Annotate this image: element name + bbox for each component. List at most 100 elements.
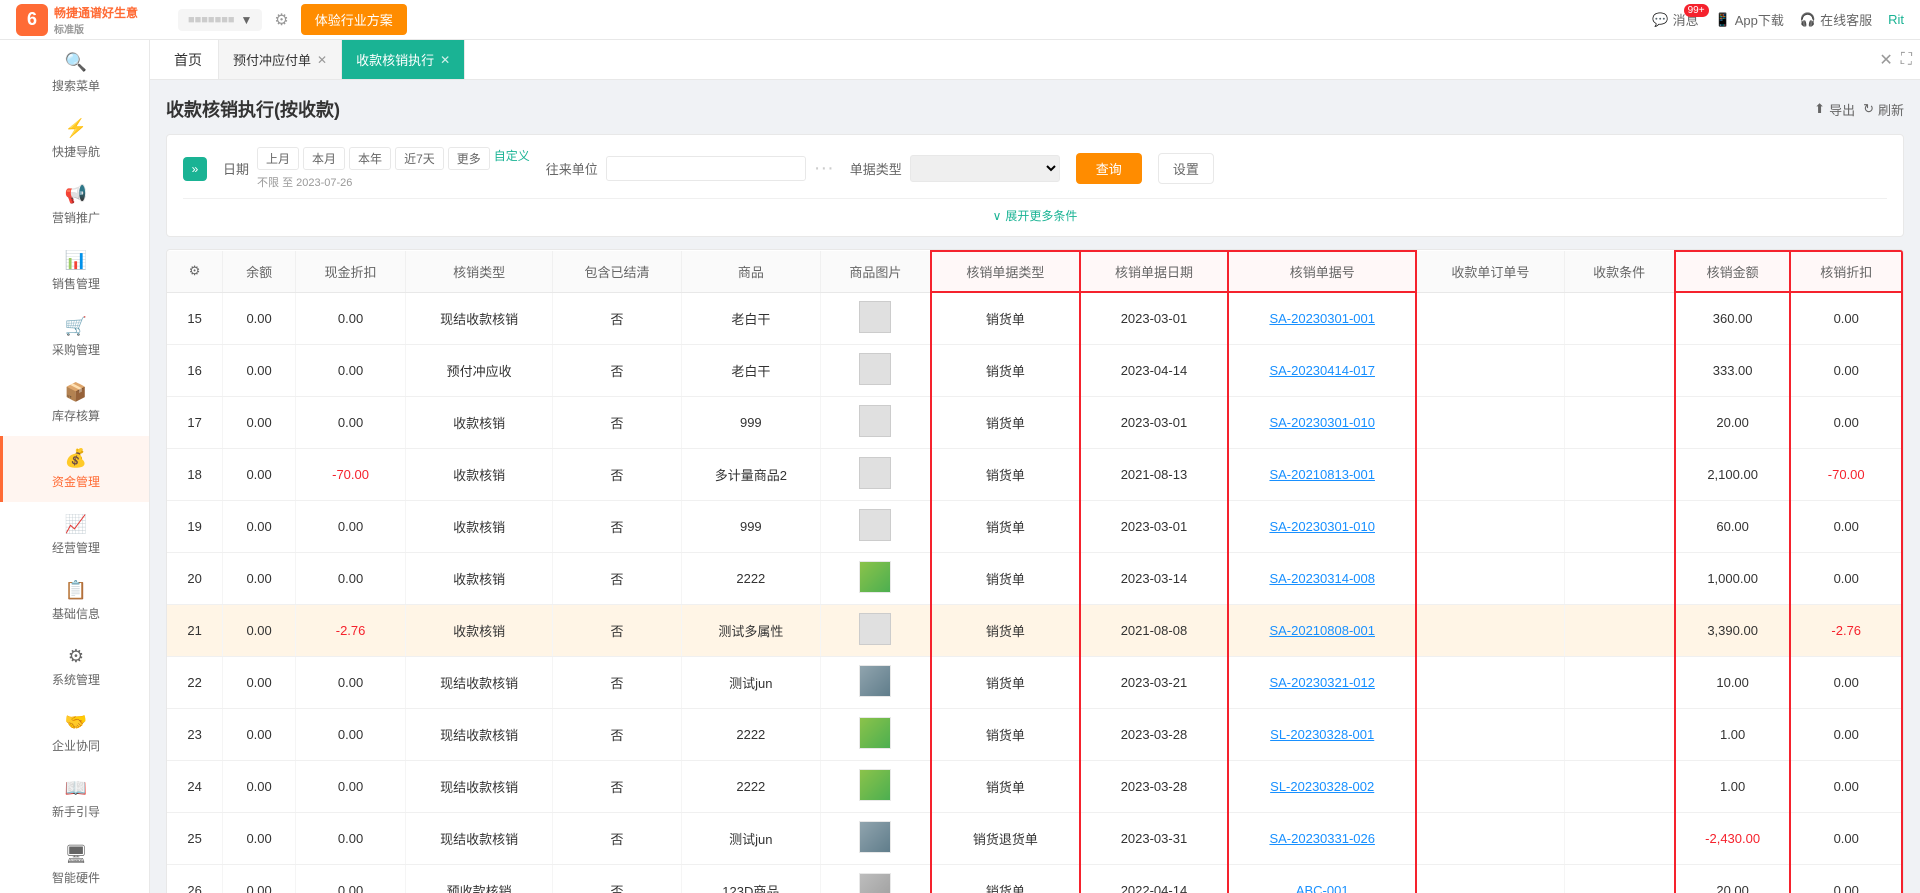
cell-verify-bill-no[interactable]: ABC-001: [1228, 864, 1416, 893]
user-name[interactable]: Rit: [1888, 12, 1904, 27]
cell-cash-discount: 0.00: [296, 864, 406, 893]
sidebar-item-inventory[interactable]: 📦 库存核算: [0, 370, 149, 436]
col-receipt-condition: 收款条件: [1564, 251, 1675, 292]
bill-type-select[interactable]: [910, 155, 1060, 182]
cell-verify-bill-no[interactable]: SA-20230331-026: [1228, 812, 1416, 864]
cell-verify-amount: 360.00: [1675, 292, 1791, 344]
cell-verify-bill-no[interactable]: SA-20230321-012: [1228, 656, 1416, 708]
cell-receipt-condition: [1564, 292, 1675, 344]
cell-product-image: [820, 500, 931, 552]
cell-product-image: [820, 344, 931, 396]
cell-id: 26: [167, 864, 223, 893]
content-area: 首页 预付冲应付单 ✕ 收款核销执行 ✕ ✕ ⛶ 收款核销执行(按收款) ⬆: [150, 40, 1920, 893]
tab-bar: 首页 预付冲应付单 ✕ 收款核销执行 ✕ ✕ ⛶: [150, 40, 1920, 80]
cell-verify-bill-type: 销货单: [931, 656, 1080, 708]
cell-balance: 0.00: [223, 552, 296, 604]
date-btn-more[interactable]: 更多: [448, 147, 490, 170]
cell-product: 2222: [681, 760, 820, 812]
search-icon: 🔍: [65, 52, 87, 73]
date-custom[interactable]: 自定义: [494, 147, 530, 170]
cell-receipt-order-no: [1416, 396, 1564, 448]
cell-verify-bill-no[interactable]: SA-20230301-001: [1228, 292, 1416, 344]
cell-verify-bill-no[interactable]: SA-20230314-008: [1228, 552, 1416, 604]
cell-receipt-condition: [1564, 604, 1675, 656]
cell-verify-amount: 1.00: [1675, 708, 1791, 760]
cell-verify-bill-type: 销货单: [931, 552, 1080, 604]
table-row: 16 0.00 0.00 预付冲应收 否 老白干 销货单 2023-04-14 …: [167, 344, 1902, 396]
date-btn-this-month[interactable]: 本月: [303, 147, 345, 170]
sidebar-item-system[interactable]: ⚙ 系统管理: [0, 634, 149, 700]
cell-verify-date: 2023-03-01: [1080, 500, 1229, 552]
sidebar-item-operations[interactable]: 📈 经营管理: [0, 502, 149, 568]
tab-expand-btn[interactable]: ⛶: [1901, 51, 1912, 69]
cell-cash-discount: -70.00: [296, 448, 406, 500]
settings-btn[interactable]: 设置: [1158, 153, 1214, 184]
workspace-selector[interactable]: ■■■■■■■ ▼: [178, 9, 262, 31]
notification-btn[interactable]: 💬 消息 99+: [1652, 10, 1698, 29]
cell-id: 19: [167, 500, 223, 552]
sidebar-item-finance[interactable]: 💰 资金管理: [0, 436, 149, 502]
col-settings[interactable]: ⚙: [167, 251, 223, 292]
sidebar-item-shortcut[interactable]: ⚡ 快捷导航: [0, 106, 149, 172]
cell-product: 2222: [681, 552, 820, 604]
cell-verify-bill-no[interactable]: SA-20230414-017: [1228, 344, 1416, 396]
sidebar-item-purchase[interactable]: 🛒 采购管理: [0, 304, 149, 370]
cell-verify-bill-no[interactable]: SL-20230328-001: [1228, 708, 1416, 760]
cell-receipt-order-no: [1416, 656, 1564, 708]
cell-verify-bill-no[interactable]: SA-20230301-010: [1228, 500, 1416, 552]
cell-product-image: [820, 604, 931, 656]
date-filter: 上月 本月 本年 近7天 更多 自定义 不限 至 2023-07-26: [257, 147, 530, 190]
online-service-btn[interactable]: 🎧 在线客服: [1800, 10, 1872, 29]
cell-verify-discount: -2.76: [1790, 604, 1902, 656]
expand-more-btn[interactable]: ∨ 展开更多条件: [183, 198, 1887, 224]
col-receipt-order-no: 收款单订单号: [1416, 251, 1564, 292]
trading-unit-input[interactable]: [606, 156, 806, 181]
app-download-btn[interactable]: 📱 App下载: [1715, 10, 1784, 29]
cell-balance: 0.00: [223, 864, 296, 893]
sidebar-item-hardware[interactable]: 🖥 智能硬件: [0, 832, 149, 893]
cell-product: 老白干: [681, 344, 820, 396]
sidebar-item-collab[interactable]: 🤝 企业协同: [0, 700, 149, 766]
cell-verify-bill-no[interactable]: SA-20210813-001: [1228, 448, 1416, 500]
sidebar-item-sales[interactable]: 📊 销售管理: [0, 238, 149, 304]
refresh-btn[interactable]: ↻ 刷新: [1863, 100, 1904, 119]
date-btn-7days[interactable]: 近7天: [395, 147, 444, 170]
cell-include-settled: 否: [553, 656, 682, 708]
date-btn-last-month[interactable]: 上月: [257, 147, 299, 170]
cell-verify-date: 2023-03-31: [1080, 812, 1229, 864]
sidebar-item-marketing[interactable]: 📢 营销推广: [0, 172, 149, 238]
cell-balance: 0.00: [223, 708, 296, 760]
industry-btn[interactable]: 体验行业方案: [301, 4, 407, 35]
cell-receipt-condition: [1564, 552, 1675, 604]
tab-prepayment[interactable]: 预付冲应付单 ✕: [219, 40, 342, 79]
tab-close-prepayment[interactable]: ✕: [317, 53, 327, 67]
date-btn-this-year[interactable]: 本年: [349, 147, 391, 170]
tab-close-btn[interactable]: ✕: [1879, 50, 1892, 70]
table-row: 24 0.00 0.00 现结收款核销 否 2222 销货单 2023-03-2…: [167, 760, 1902, 812]
export-btn[interactable]: ⬆ 导出: [1814, 100, 1855, 119]
col-verify-bill-no: 核销单据号: [1228, 251, 1416, 292]
cell-verify-bill-no[interactable]: SA-20210808-001: [1228, 604, 1416, 656]
tab-receipt-verify[interactable]: 收款核销执行 ✕: [342, 40, 465, 79]
cell-receipt-condition: [1564, 448, 1675, 500]
tab-home[interactable]: 首页: [158, 40, 219, 79]
query-btn[interactable]: 查询: [1076, 153, 1142, 184]
cell-cash-discount: 0.00: [296, 812, 406, 864]
cell-id: 17: [167, 396, 223, 448]
cell-verify-date: 2023-04-14: [1080, 344, 1229, 396]
table-row: 20 0.00 0.00 收款核销 否 2222 销货单 2023-03-14 …: [167, 552, 1902, 604]
sidebar-item-guide[interactable]: 📖 新手引导: [0, 766, 149, 832]
cell-verify-date: 2022-04-14: [1080, 864, 1229, 893]
sidebar-item-basic-info[interactable]: 📋 基础信息: [0, 568, 149, 634]
gear-button[interactable]: ⚙: [274, 10, 288, 30]
cell-verify-bill-no[interactable]: SL-20230328-002: [1228, 760, 1416, 812]
col-verify-type: 核销类型: [406, 251, 553, 292]
cell-verify-amount: 2,100.00: [1675, 448, 1791, 500]
sidebar-item-search[interactable]: 🔍 搜索菜单: [0, 40, 149, 106]
cell-verify-amount: 3,390.00: [1675, 604, 1791, 656]
filter-expand-btn[interactable]: »: [183, 157, 207, 181]
cell-receipt-order-no: [1416, 760, 1564, 812]
tab-close-receipt-verify[interactable]: ✕: [440, 53, 450, 67]
table-row: 26 0.00 0.00 预收款核销 否 123D商品 销货单 2022-04-…: [167, 864, 1902, 893]
cell-verify-bill-no[interactable]: SA-20230301-010: [1228, 396, 1416, 448]
